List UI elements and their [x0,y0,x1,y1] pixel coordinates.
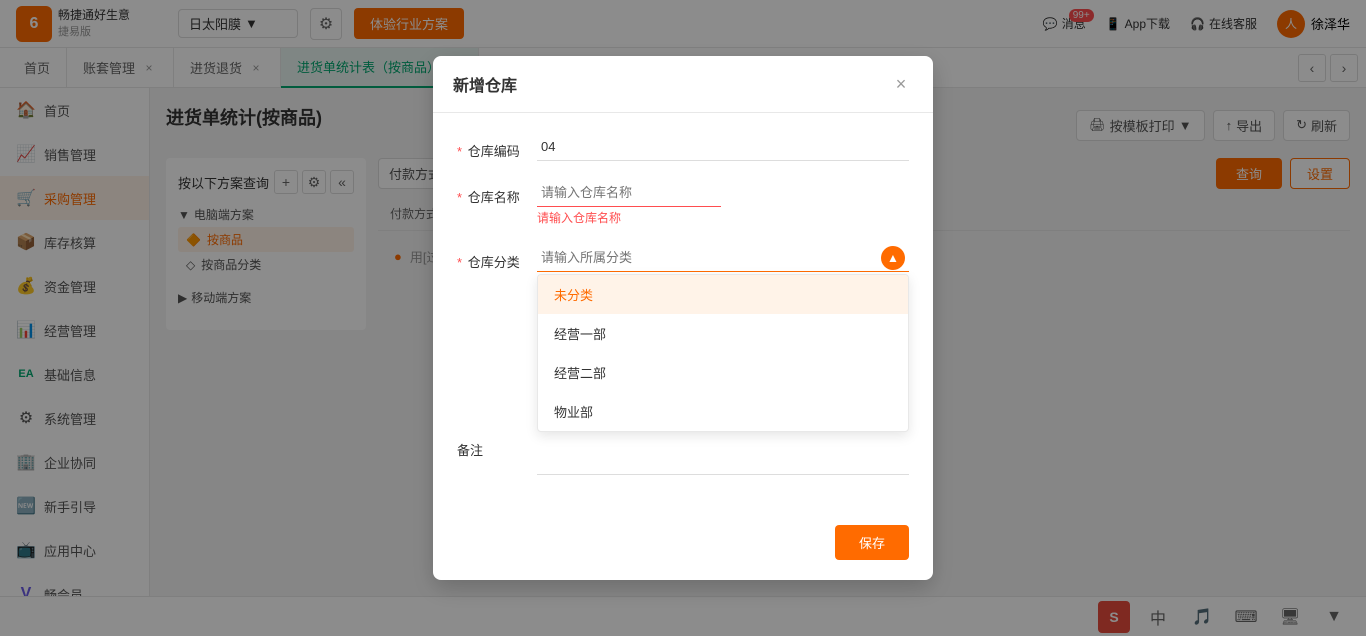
modal-body: * 仓库编码 * 仓库名称 请输入仓库名称 [433,113,933,513]
required-star-name: * [457,190,462,205]
code-input[interactable] [537,133,909,161]
category-input[interactable] [537,244,909,272]
name-error-msg: 请输入仓库名称 [537,211,621,225]
name-input[interactable] [537,179,721,207]
form-row-note: 备注 [457,432,909,475]
required-star-code: * [457,144,462,159]
modal-footer: 保存 [433,513,933,580]
dropdown-item-0[interactable]: 未分类 [538,275,908,314]
modal-add-warehouse: 新增仓库 × * 仓库编码 * 仓库名称 [433,56,933,580]
note-label: 备注 [457,432,537,459]
name-input-wrap [537,179,909,207]
dropdown-item-1[interactable]: 经营一部 [538,314,908,353]
name-label: * 仓库名称 [457,179,537,206]
modal-title: 新增仓库 [453,72,517,96]
save-button[interactable]: 保存 [835,525,909,560]
dropdown-item-3[interactable]: 物业部 [538,392,908,431]
category-select-wrap: ▲ 未分类 经营一部 经营二部 物业部 [537,244,909,272]
modal-header: 新增仓库 × [433,56,933,113]
dropdown-item-2[interactable]: 经营二部 [538,353,908,392]
code-label: * 仓库编码 [457,133,537,160]
form-row-code: * 仓库编码 [457,133,909,161]
category-dropdown: 未分类 经营一部 经营二部 物业部 [537,274,909,432]
modal-overlay[interactable]: 新增仓库 × * 仓库编码 * 仓库名称 [0,0,1366,636]
modal-close-btn[interactable]: × [889,72,913,96]
form-row-category: * 仓库分类 ▲ 未分类 经营一部 经营二部 物业部 [457,244,909,272]
note-textarea[interactable] [537,432,909,475]
form-row-name: * 仓库名称 请输入仓库名称 [457,179,909,226]
category-label: * 仓库分类 [457,244,537,271]
category-arrow-btn[interactable]: ▲ [881,246,905,270]
required-star-cat: * [457,255,462,270]
